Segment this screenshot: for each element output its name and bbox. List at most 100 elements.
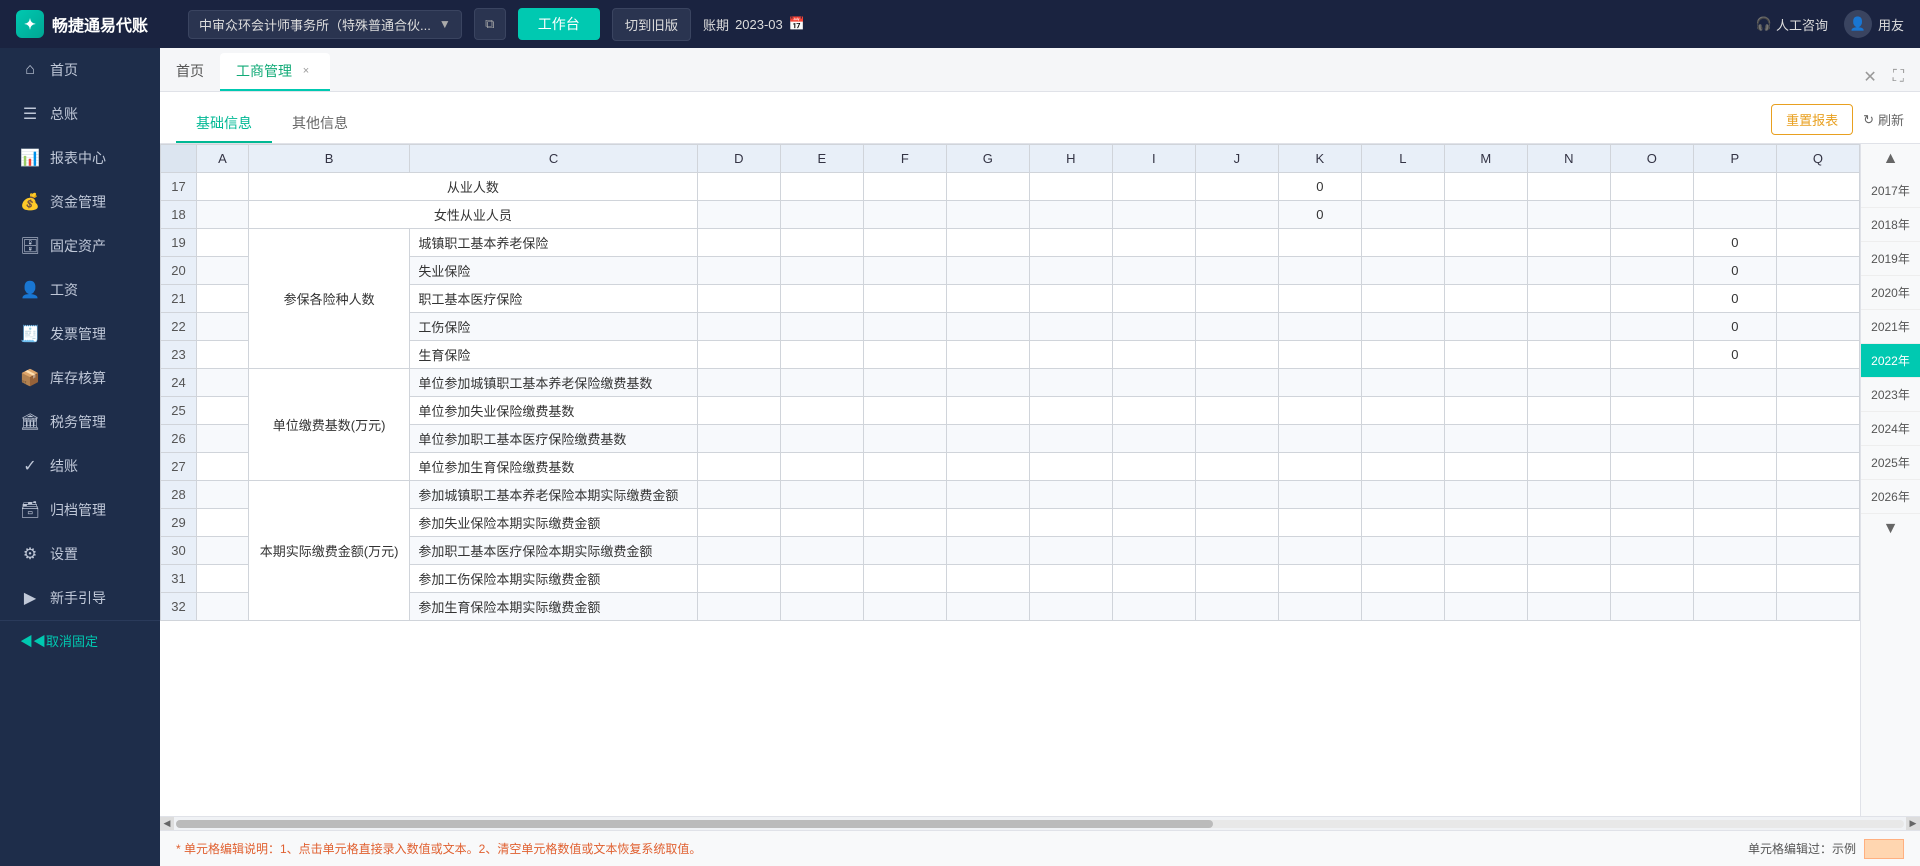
sidebar-item-assets[interactable]: 🗄 固定资产 (0, 224, 160, 268)
cell-27-e[interactable] (780, 453, 863, 481)
col-header-j[interactable]: J (1195, 145, 1278, 173)
year-item-2022[interactable]: 2022年 (1861, 344, 1920, 378)
cell-18-n[interactable] (1527, 201, 1610, 229)
cell-17-e[interactable] (780, 173, 863, 201)
cell-23-m[interactable] (1444, 341, 1527, 369)
cell-29-o[interactable] (1610, 509, 1693, 537)
cell-22-p[interactable]: 0 (1693, 313, 1776, 341)
cell-18-d[interactable] (697, 201, 780, 229)
cell-20-f[interactable] (863, 257, 946, 285)
cell-17-k[interactable]: 0 (1278, 173, 1361, 201)
cell-30-d[interactable] (697, 537, 780, 565)
cell-27-p[interactable] (1693, 453, 1776, 481)
cell-31-j[interactable] (1195, 565, 1278, 593)
cell-23-k[interactable] (1278, 341, 1361, 369)
cell-26-d[interactable] (697, 425, 780, 453)
cell-32-l[interactable] (1361, 593, 1444, 621)
cell-21-c[interactable]: 职工基本医疗保险 (410, 285, 697, 313)
cell-30-i[interactable] (1112, 537, 1195, 565)
cell-21-l[interactable] (1361, 285, 1444, 313)
cell-26-j[interactable] (1195, 425, 1278, 453)
cell-22-n[interactable] (1527, 313, 1610, 341)
cell-21-k[interactable] (1278, 285, 1361, 313)
cell-21-q[interactable] (1776, 285, 1859, 313)
cell-32-e[interactable] (780, 593, 863, 621)
cell-25-e[interactable] (780, 397, 863, 425)
sidebar-item-reports[interactable]: 📊 报表中心 (0, 136, 160, 180)
scroll-thumb[interactable] (176, 820, 1213, 828)
cell-32-q[interactable] (1776, 593, 1859, 621)
cell-31-q[interactable] (1776, 565, 1859, 593)
cell-24-h[interactable] (1029, 369, 1112, 397)
sidebar-item-guide[interactable]: ▶ 新手引导 (0, 576, 160, 620)
cell-20-e[interactable] (780, 257, 863, 285)
cell-17-h[interactable] (1029, 173, 1112, 201)
sidebar-item-home[interactable]: ⌂ 首页 (0, 48, 160, 92)
cell-18-k[interactable]: 0 (1278, 201, 1361, 229)
cell-26-f[interactable] (863, 425, 946, 453)
cell-24-d[interactable] (697, 369, 780, 397)
cell-30-e[interactable] (780, 537, 863, 565)
cell-31-h[interactable] (1029, 565, 1112, 593)
cell-19-g[interactable] (946, 229, 1029, 257)
year-item-2020[interactable]: 2020年 (1861, 276, 1920, 310)
tab-close-button[interactable]: × (298, 63, 314, 79)
cell-20-o[interactable] (1610, 257, 1693, 285)
cell-29-f[interactable] (863, 509, 946, 537)
cell-30-k[interactable] (1278, 537, 1361, 565)
scroll-left-button[interactable]: ◀ (160, 817, 174, 831)
cell-29-j[interactable] (1195, 509, 1278, 537)
cell-23-l[interactable] (1361, 341, 1444, 369)
cell-31-n[interactable] (1527, 565, 1610, 593)
cell-26-a[interactable] (197, 425, 249, 453)
cell-24-p[interactable] (1693, 369, 1776, 397)
cell-21-h[interactable] (1029, 285, 1112, 313)
cell-25-p[interactable] (1693, 397, 1776, 425)
cell-32-f[interactable] (863, 593, 946, 621)
cell-25-a[interactable] (197, 397, 249, 425)
cell-30-j[interactable] (1195, 537, 1278, 565)
cell-19-j[interactable] (1195, 229, 1278, 257)
cell-22-j[interactable] (1195, 313, 1278, 341)
cell-20-g[interactable] (946, 257, 1029, 285)
cell-20-l[interactable] (1361, 257, 1444, 285)
sidebar-item-payroll[interactable]: 👤 工资 (0, 268, 160, 312)
cell-21-g[interactable] (946, 285, 1029, 313)
cell-28-f[interactable] (863, 481, 946, 509)
cell-20-j[interactable] (1195, 257, 1278, 285)
cell-22-o[interactable] (1610, 313, 1693, 341)
cell-24-e[interactable] (780, 369, 863, 397)
cell-22-h[interactable] (1029, 313, 1112, 341)
cell-28-p[interactable] (1693, 481, 1776, 509)
cell-27-q[interactable] (1776, 453, 1859, 481)
cell-23-i[interactable] (1112, 341, 1195, 369)
cell-21-e[interactable] (780, 285, 863, 313)
cell-26-m[interactable] (1444, 425, 1527, 453)
cell-32-a[interactable] (197, 593, 249, 621)
cell-32-d[interactable] (697, 593, 780, 621)
cell-31-i[interactable] (1112, 565, 1195, 593)
cell-19-p[interactable]: 0 (1693, 229, 1776, 257)
cell-23-n[interactable] (1527, 341, 1610, 369)
cell-25-q[interactable] (1776, 397, 1859, 425)
cell-25-g[interactable] (946, 397, 1029, 425)
col-header-c[interactable]: C (410, 145, 697, 173)
col-header-n[interactable]: N (1527, 145, 1610, 173)
cell-19-o[interactable] (1610, 229, 1693, 257)
cell-17-a[interactable] (197, 173, 249, 201)
cell-23-q[interactable] (1776, 341, 1859, 369)
cell-29-e[interactable] (780, 509, 863, 537)
cell-22-e[interactable] (780, 313, 863, 341)
cell-23-d[interactable] (697, 341, 780, 369)
col-header-k[interactable]: K (1278, 145, 1361, 173)
cell-17-n[interactable] (1527, 173, 1610, 201)
cell-31-o[interactable] (1610, 565, 1693, 593)
year-item-2019[interactable]: 2019年 (1861, 242, 1920, 276)
col-header-e[interactable]: E (780, 145, 863, 173)
cell-32-i[interactable] (1112, 593, 1195, 621)
cell-28-l[interactable] (1361, 481, 1444, 509)
service-button[interactable]: 🎧 人工咨询 (1756, 15, 1828, 34)
cell-23-j[interactable] (1195, 341, 1278, 369)
cell-29-a[interactable] (197, 509, 249, 537)
cell-21-j[interactable] (1195, 285, 1278, 313)
